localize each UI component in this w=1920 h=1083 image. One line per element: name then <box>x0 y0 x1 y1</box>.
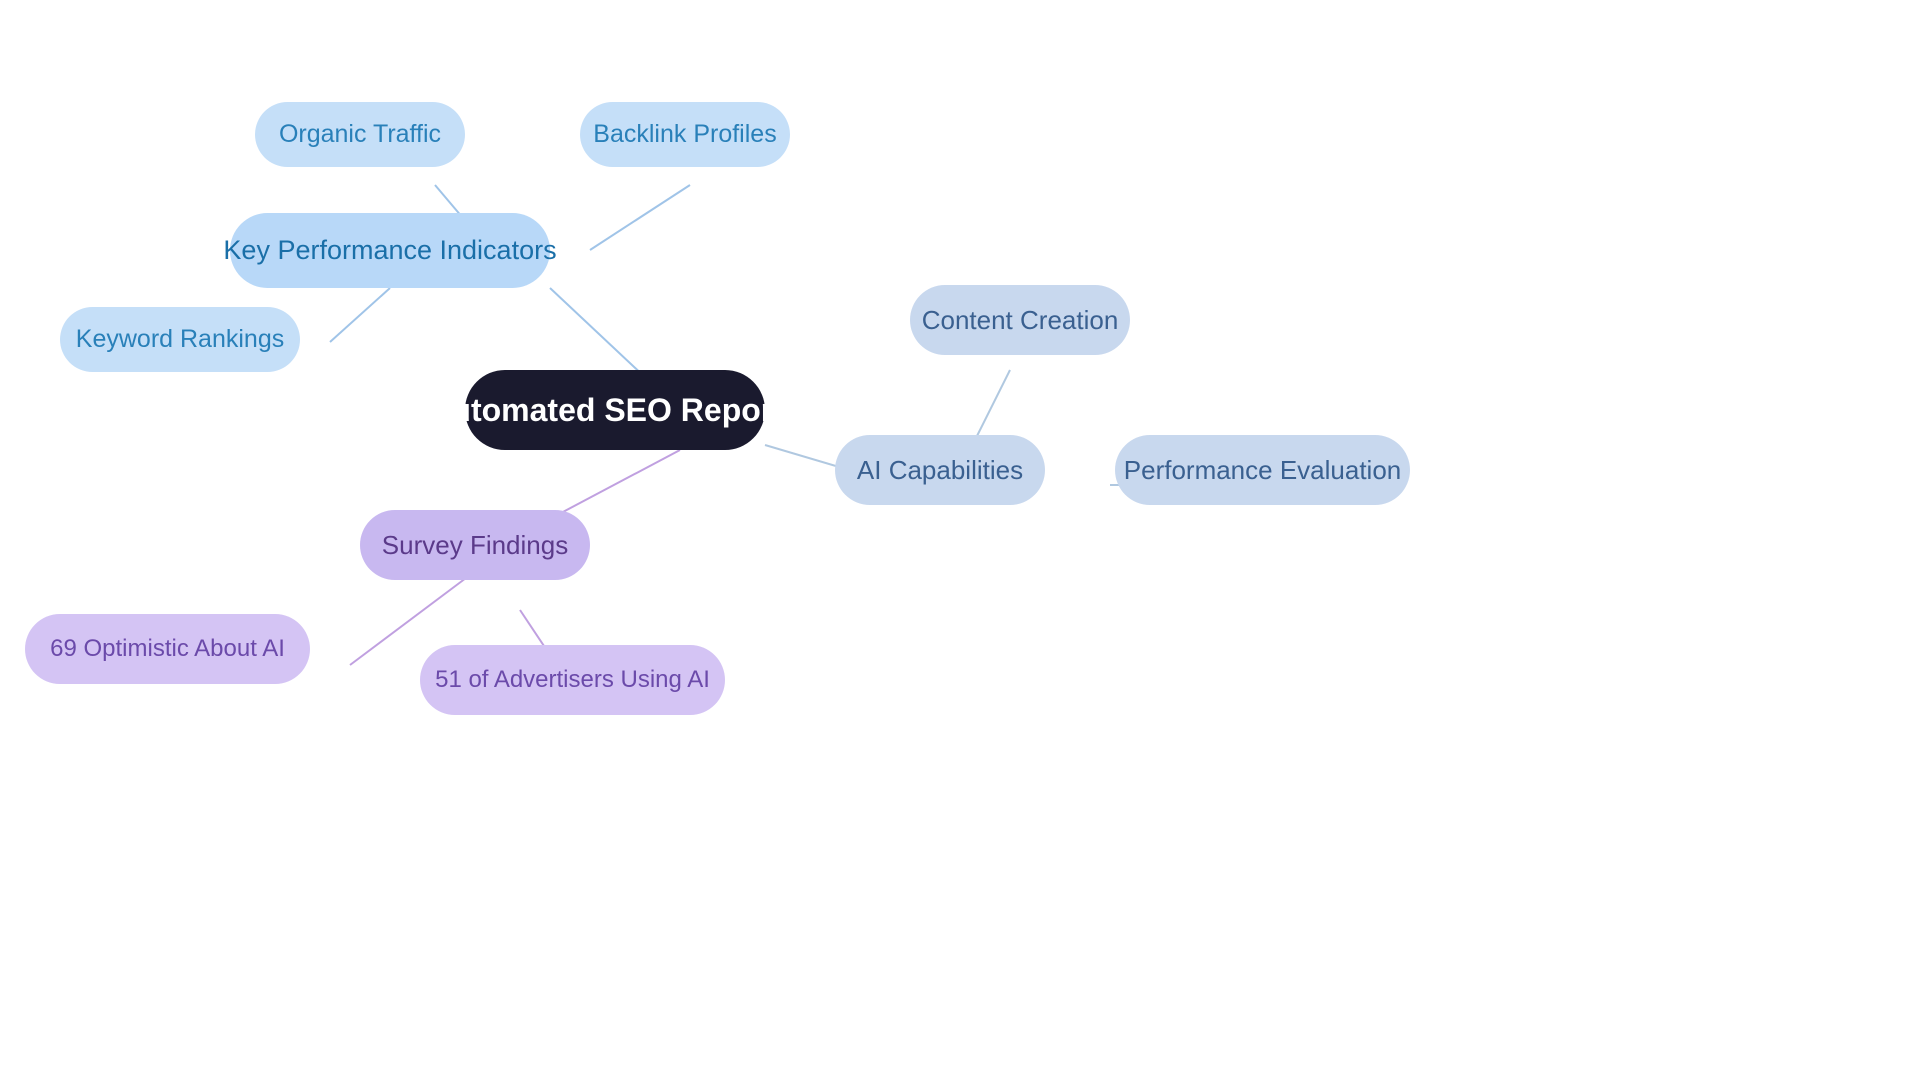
organic-traffic-node: Organic Traffic <box>255 102 465 167</box>
kpi-node: Key Performance Indicators <box>230 213 550 288</box>
center-node: Automated SEO Reports <box>465 370 765 450</box>
ai-capabilities-node: AI Capabilities <box>835 435 1045 505</box>
optimistic-ai-node: 69 Optimistic About AI <box>25 614 310 684</box>
advertisers-ai-node: 51 of Advertisers Using AI <box>420 645 725 715</box>
survey-findings-node: Survey Findings <box>360 510 590 580</box>
content-creation-node: Content Creation <box>910 285 1130 355</box>
performance-evaluation-node: Performance Evaluation <box>1115 435 1410 505</box>
backlink-profiles-node: Backlink Profiles <box>580 102 790 167</box>
keyword-rankings-node: Keyword Rankings <box>60 307 300 372</box>
